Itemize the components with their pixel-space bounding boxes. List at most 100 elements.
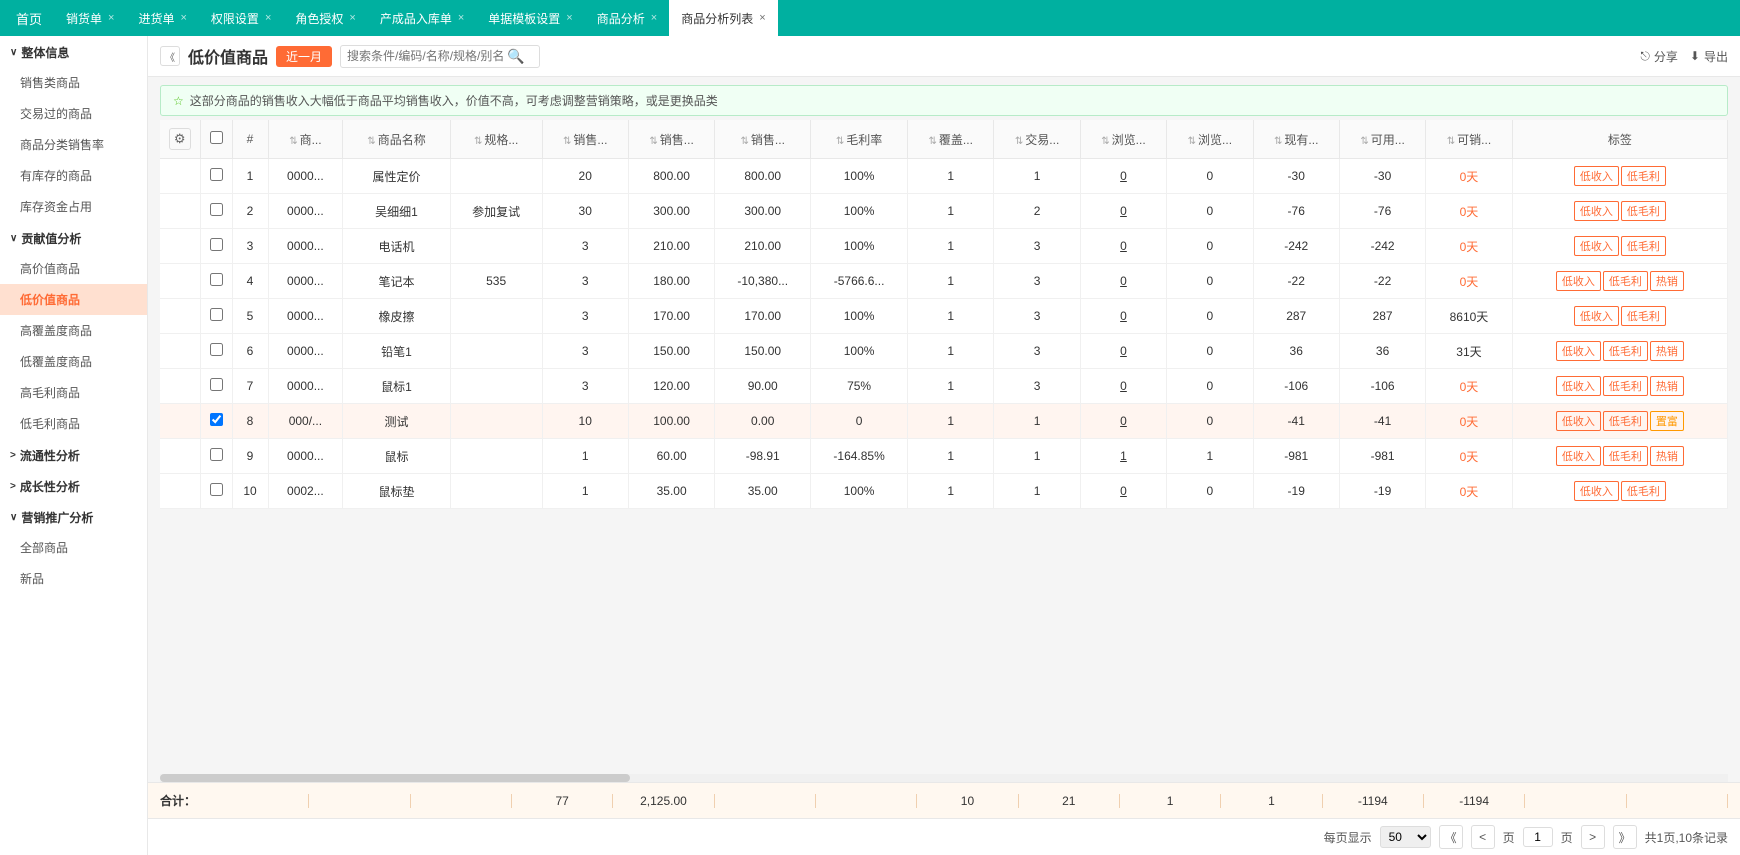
browse1-cell[interactable]: 0 xyxy=(1080,264,1166,299)
sidebar-group-circulation[interactable]: > 流通性分析 xyxy=(0,439,147,470)
close-icon[interactable]: × xyxy=(651,12,657,24)
table-row[interactable]: 2 0000... 吴细细1 参加复试 30 300.00 300.00 100… xyxy=(160,194,1728,229)
checkbox-cell[interactable] xyxy=(200,159,232,194)
row-checkbox[interactable] xyxy=(210,413,223,426)
row-checkbox[interactable] xyxy=(210,343,223,356)
browse1-cell[interactable]: 0 xyxy=(1080,194,1166,229)
browse1-cell[interactable]: 1 xyxy=(1080,439,1166,474)
search-input[interactable] xyxy=(347,49,507,63)
browse-link[interactable]: 0 xyxy=(1120,274,1127,288)
row-checkbox[interactable] xyxy=(210,448,223,461)
checkbox-cell[interactable] xyxy=(200,299,232,334)
browse-link[interactable]: 0 xyxy=(1120,344,1127,358)
sidebar-item-low-value[interactable]: 低价值商品 xyxy=(0,284,147,315)
table-row[interactable]: 9 0000... 鼠标 1 60.00 -98.91 -164.85% 1 1… xyxy=(160,439,1728,474)
checkbox-cell[interactable] xyxy=(200,439,232,474)
sales3-column-header[interactable]: 销售... xyxy=(715,120,811,159)
browse-link[interactable]: 0 xyxy=(1120,484,1127,498)
close-icon[interactable]: × xyxy=(458,12,464,24)
nav-permissions[interactable]: 权限设置 × xyxy=(199,0,283,36)
row-checkbox[interactable] xyxy=(210,308,223,321)
horizontal-scrollbar[interactable] xyxy=(160,774,1728,782)
sidebar-item-category-sales[interactable]: 商品分类销售率 xyxy=(0,129,147,160)
scrollbar-thumb[interactable] xyxy=(160,774,630,782)
checkbox-cell[interactable] xyxy=(200,369,232,404)
checkbox-cell[interactable] xyxy=(200,404,232,439)
share-button[interactable]: ⎋ 分享 xyxy=(1640,48,1678,65)
gear-icon[interactable]: ⚙ xyxy=(169,128,191,150)
sidebar-item-all-products[interactable]: 全部商品 xyxy=(0,532,147,563)
filter-period-button[interactable]: 近一月 xyxy=(276,46,332,67)
sidebar-item-new-products[interactable]: 新品 xyxy=(0,563,147,594)
profit-rate-column-header[interactable]: 毛利率 xyxy=(811,120,908,159)
browse-link[interactable]: 0 xyxy=(1120,414,1127,428)
browse1-cell[interactable]: 0 xyxy=(1080,334,1166,369)
spec-column-header[interactable]: 规格... xyxy=(450,120,542,159)
table-row[interactable]: 3 0000... 电话机 3 210.00 210.00 100% 1 3 0… xyxy=(160,229,1728,264)
nav-home[interactable]: 首页 xyxy=(4,0,54,36)
last-page-button[interactable]: 》 xyxy=(1613,825,1637,849)
nav-product-warehouse[interactable]: 产成品入库单 × xyxy=(368,0,476,36)
sidebar-item-sales-products[interactable]: 销售类商品 xyxy=(0,67,147,98)
nav-purchase-order[interactable]: 进货单 × xyxy=(126,0,198,36)
avail-column-header[interactable]: 可用... xyxy=(1339,120,1425,159)
browse1-cell[interactable]: 0 xyxy=(1080,369,1166,404)
table-row[interactable]: 7 0000... 鼠标1 3 120.00 90.00 75% 1 3 0 0… xyxy=(160,369,1728,404)
browse1-cell[interactable]: 0 xyxy=(1080,159,1166,194)
row-checkbox[interactable] xyxy=(210,238,223,251)
sidebar-item-high-value[interactable]: 高价值商品 xyxy=(0,253,147,284)
sidebar-item-low-coverage[interactable]: 低覆盖度商品 xyxy=(0,346,147,377)
sidebar-group-contribution[interactable]: ∨ 贡献值分析 xyxy=(0,222,147,253)
browse1-cell[interactable]: 0 xyxy=(1080,404,1166,439)
sidebar-group-overall[interactable]: ∨ 整体信息 xyxy=(0,36,147,67)
search-icon[interactable]: 🔍 xyxy=(507,48,524,65)
code-column-header[interactable]: 商... xyxy=(268,120,343,159)
browse-link[interactable]: 0 xyxy=(1120,204,1127,218)
checkbox-cell[interactable] xyxy=(200,194,232,229)
next-page-button[interactable]: > xyxy=(1581,825,1605,849)
checkbox-cell[interactable] xyxy=(200,264,232,299)
sidebar-item-low-profit[interactable]: 低毛利商品 xyxy=(0,408,147,439)
close-icon[interactable]: × xyxy=(759,12,765,24)
browse1-cell[interactable]: 0 xyxy=(1080,474,1166,509)
browse2-column-header[interactable]: 浏览... xyxy=(1167,120,1253,159)
page-number-input[interactable] xyxy=(1523,827,1553,847)
row-checkbox[interactable] xyxy=(210,203,223,216)
table-row[interactable]: 10 0002... 鼠标垫 1 35.00 35.00 100% 1 1 0 … xyxy=(160,474,1728,509)
close-icon[interactable]: × xyxy=(180,12,186,24)
row-checkbox[interactable] xyxy=(210,378,223,391)
sidebar-group-growth[interactable]: > 成长性分析 xyxy=(0,470,147,501)
stock-column-header[interactable]: 现有... xyxy=(1253,120,1339,159)
first-page-button[interactable]: 《 xyxy=(1439,825,1463,849)
sidebar-item-stock-products[interactable]: 有库存的商品 xyxy=(0,160,147,191)
table-row[interactable]: 4 0000... 笔记本 535 3 180.00 -10,380... -5… xyxy=(160,264,1728,299)
per-page-select[interactable]: 50 100 xyxy=(1380,826,1431,848)
checkbox-cell[interactable] xyxy=(200,474,232,509)
collapse-button[interactable]: 《 xyxy=(160,46,180,66)
export-button[interactable]: ⬇ 导出 xyxy=(1690,48,1728,65)
browse-link[interactable]: 1 xyxy=(1120,449,1127,463)
close-icon[interactable]: × xyxy=(349,12,355,24)
settings-column-header[interactable]: ⚙ xyxy=(160,120,200,159)
sidebar-item-high-profit[interactable]: 高毛利商品 xyxy=(0,377,147,408)
table-row[interactable]: 6 0000... 铅笔1 3 150.00 150.00 100% 1 3 0… xyxy=(160,334,1728,369)
browse-link[interactable]: 0 xyxy=(1120,379,1127,393)
browse1-cell[interactable]: 0 xyxy=(1080,229,1166,264)
close-icon[interactable]: × xyxy=(265,12,271,24)
name-column-header[interactable]: 商品名称 xyxy=(343,120,450,159)
checkbox-cell[interactable] xyxy=(200,334,232,369)
checkbox-cell[interactable] xyxy=(200,229,232,264)
table-row[interactable]: 5 0000... 橡皮擦 3 170.00 170.00 100% 1 3 0… xyxy=(160,299,1728,334)
row-checkbox[interactable] xyxy=(210,273,223,286)
days-column-header[interactable]: 可销... xyxy=(1426,120,1512,159)
row-checkbox[interactable] xyxy=(210,483,223,496)
select-all-checkbox[interactable] xyxy=(210,131,223,144)
close-icon[interactable]: × xyxy=(108,12,114,24)
table-row[interactable]: 8 000/... 测试 10 100.00 0.00 0 1 1 0 0 -4… xyxy=(160,404,1728,439)
nav-role-auth[interactable]: 角色授权 × xyxy=(283,0,367,36)
browse-link[interactable]: 0 xyxy=(1120,169,1127,183)
sidebar-item-stock-capital[interactable]: 库存资金占用 xyxy=(0,191,147,222)
nav-product-analysis[interactable]: 商品分析 × xyxy=(585,0,669,36)
nav-sales-order[interactable]: 销货单 × xyxy=(54,0,126,36)
nav-product-analysis-list[interactable]: 商品分析列表 × xyxy=(669,0,777,36)
